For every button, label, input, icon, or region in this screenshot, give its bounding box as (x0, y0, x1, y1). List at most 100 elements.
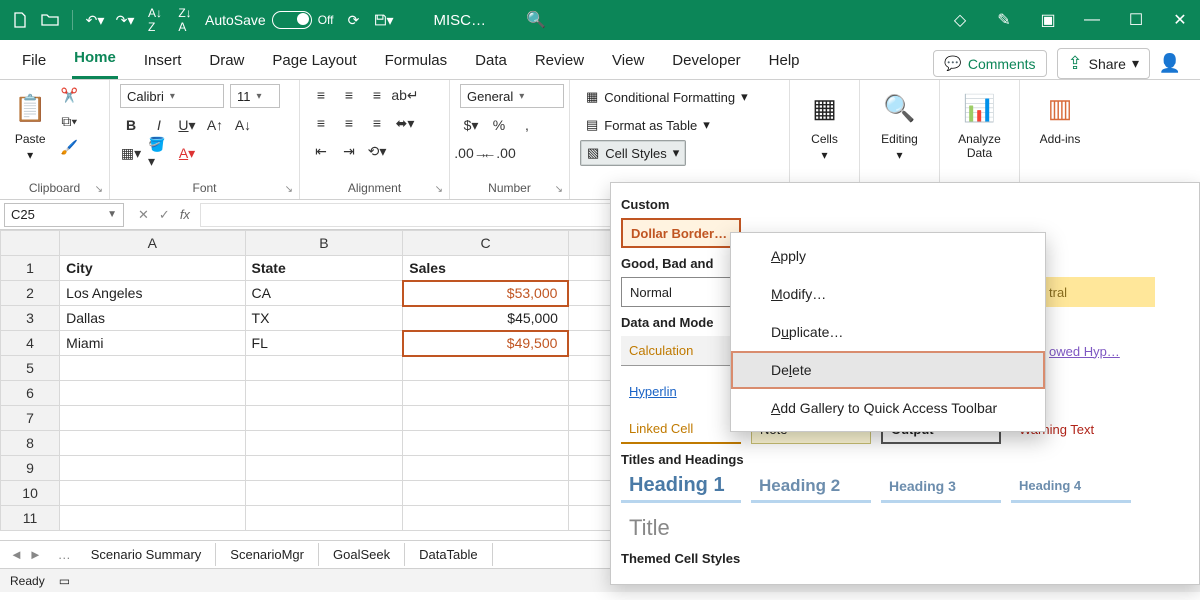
ctx-delete[interactable]: Delete (731, 351, 1045, 389)
cells-button[interactable]: ▦Cells▾ (800, 84, 849, 164)
cell[interactable] (403, 506, 569, 531)
cell[interactable]: City (60, 256, 245, 281)
increase-decimal-icon[interactable]: .00→ (460, 142, 482, 164)
style-linked-cell[interactable]: Linked Cell (621, 414, 741, 444)
dialog-launcher-icon[interactable]: ↘ (95, 184, 103, 195)
style-calculation[interactable]: Calculation (621, 336, 741, 366)
number-format-combo[interactable]: General▾ (460, 84, 564, 108)
row-header[interactable]: 11 (1, 506, 60, 531)
orientation-icon[interactable]: ⟲▾ (366, 140, 388, 162)
new-file-icon[interactable] (10, 10, 30, 30)
sheet-tab[interactable]: GoalSeek (319, 543, 405, 566)
cell[interactable] (245, 431, 403, 456)
style-hyperlink[interactable]: Hyperlin (621, 376, 701, 406)
tab-view[interactable]: View (610, 44, 646, 79)
underline-button[interactable]: U▾ (176, 114, 198, 136)
row-header[interactable]: 4 (1, 331, 60, 356)
style-heading-2[interactable]: Heading 2 (751, 473, 871, 503)
style-heading-4[interactable]: Heading 4 (1011, 473, 1131, 503)
share-button[interactable]: ⇪Share ▾ (1057, 48, 1150, 79)
user-icon[interactable]: 👤 (1160, 54, 1180, 74)
redo-icon[interactable]: ↷▾ (115, 10, 135, 30)
name-box[interactable]: C25▼ (4, 203, 124, 227)
cell[interactable] (403, 456, 569, 481)
cell[interactable] (403, 381, 569, 406)
currency-icon[interactable]: $▾ (460, 114, 482, 136)
decrease-font-icon[interactable]: A↓ (232, 114, 254, 136)
format-painter-icon[interactable]: 🖌️ (58, 136, 80, 158)
borders-icon[interactable]: ▦▾ (120, 142, 142, 164)
maximize-icon[interactable]: ☐ (1126, 10, 1146, 30)
cell[interactable] (245, 356, 403, 381)
dialog-launcher-icon[interactable]: ↘ (285, 184, 293, 195)
ctx-apply[interactable]: Apply (731, 237, 1045, 275)
cell[interactable]: Los Angeles (60, 281, 245, 306)
style-neutral[interactable]: tral (1041, 277, 1155, 307)
tab-home[interactable]: Home (72, 41, 118, 79)
cut-icon[interactable]: ✂️ (58, 84, 80, 106)
comma-icon[interactable]: , (516, 114, 538, 136)
scroll-right-icon[interactable]: ► (29, 547, 42, 562)
row-header[interactable]: 3 (1, 306, 60, 331)
style-normal[interactable]: Normal (621, 277, 741, 307)
refresh-icon[interactable]: ⟳ (344, 10, 364, 30)
merge-icon[interactable]: ⬌▾ (394, 112, 416, 134)
font-name-combo[interactable]: Calibri▾ (120, 84, 224, 108)
tab-insert[interactable]: Insert (142, 44, 184, 79)
accessibility-icon[interactable]: ▭ (59, 574, 70, 588)
align-center-icon[interactable]: ≡ (338, 112, 360, 134)
cell[interactable] (245, 406, 403, 431)
cell[interactable] (60, 431, 245, 456)
format-as-table-button[interactable]: ▤Format as Table ▾ (580, 112, 716, 138)
addins-button[interactable]: ▥Add-ins (1030, 84, 1090, 148)
sort-asc-icon[interactable]: A↓Z (145, 10, 165, 30)
comments-button[interactable]: 💬 Comments (933, 50, 1046, 77)
ctx-modify[interactable]: Modify… (731, 275, 1045, 313)
chevron-down-icon[interactable]: ▼ (107, 209, 117, 220)
cell[interactable]: $53,000 (403, 281, 569, 306)
col-header[interactable]: C (403, 231, 569, 256)
cell[interactable]: FL (245, 331, 403, 356)
dialog-launcher-icon[interactable]: ↘ (555, 184, 563, 195)
diamond-icon[interactable]: ◇ (950, 10, 970, 30)
cell[interactable] (60, 381, 245, 406)
search-icon[interactable]: 🔍 (526, 10, 546, 30)
row-header[interactable]: 8 (1, 431, 60, 456)
tab-page-layout[interactable]: Page Layout (270, 44, 358, 79)
undo-icon[interactable]: ↶▾ (85, 10, 105, 30)
window-icon[interactable]: ▣ (1038, 10, 1058, 30)
row-header[interactable]: 10 (1, 481, 60, 506)
cell-styles-button[interactable]: ▧Cell Styles ▾ (580, 140, 686, 166)
tab-data[interactable]: Data (473, 44, 509, 79)
decrease-indent-icon[interactable]: ⇤ (310, 140, 332, 162)
conditional-formatting-button[interactable]: ▦Conditional Formatting ▾ (580, 84, 754, 110)
col-header[interactable]: A (60, 231, 245, 256)
decrease-decimal-icon[interactable]: ←.00 (488, 142, 510, 164)
cell[interactable] (60, 506, 245, 531)
col-header[interactable]: B (245, 231, 403, 256)
tab-draw[interactable]: Draw (207, 44, 246, 79)
tab-help[interactable]: Help (767, 44, 802, 79)
ctx-add-gallery[interactable]: Add Gallery to Quick Access Toolbar (731, 389, 1045, 427)
cell[interactable]: $45,000 (403, 306, 569, 331)
align-left-icon[interactable]: ≡ (310, 112, 332, 134)
align-middle-icon[interactable]: ≡ (338, 84, 360, 106)
cell[interactable]: Miami (60, 331, 245, 356)
save-icon[interactable]: ▾ (374, 10, 394, 30)
percent-icon[interactable]: % (488, 114, 510, 136)
increase-indent-icon[interactable]: ⇥ (338, 140, 360, 162)
paste-button[interactable]: 📋 Paste▾ (10, 84, 50, 164)
style-title[interactable]: Title (621, 513, 741, 543)
tab-developer[interactable]: Developer (670, 44, 742, 79)
italic-button[interactable]: I (148, 114, 170, 136)
cancel-formula-icon[interactable]: ✕ (138, 207, 149, 223)
editing-button[interactable]: 🔍Editing▾ (870, 84, 929, 164)
row-header[interactable]: 7 (1, 406, 60, 431)
align-top-icon[interactable]: ≡ (310, 84, 332, 106)
tab-file[interactable]: File (20, 44, 48, 79)
open-folder-icon[interactable] (40, 10, 60, 30)
cell[interactable]: Sales (403, 256, 569, 281)
cell[interactable]: State (245, 256, 403, 281)
brush-icon[interactable]: ✎ (994, 10, 1014, 30)
sort-desc-icon[interactable]: Z↓A (175, 10, 195, 30)
